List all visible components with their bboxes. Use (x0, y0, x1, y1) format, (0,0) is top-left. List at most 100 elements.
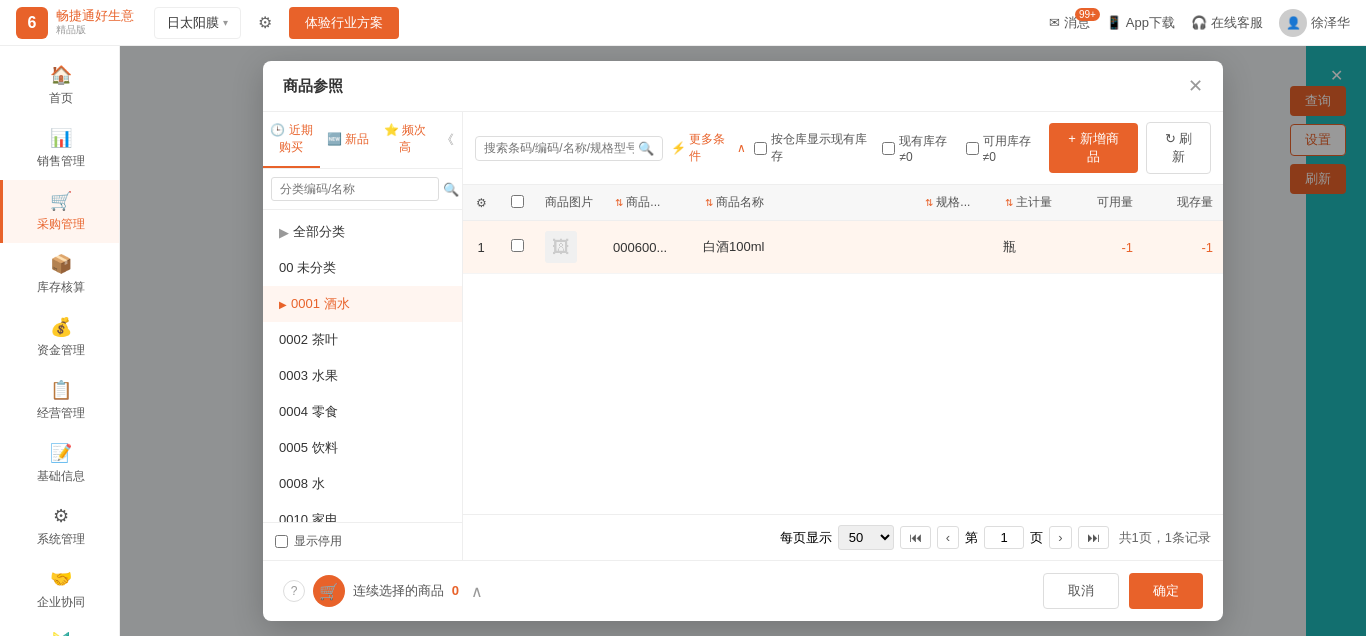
cancel-button[interactable]: 取消 (1043, 573, 1119, 609)
page-number-input[interactable] (984, 526, 1024, 549)
app-label: App下载 (1126, 14, 1175, 32)
cat-tab-new[interactable]: 🆕 新品 (320, 121, 377, 160)
cat-item-snack[interactable]: 0004 零食 (263, 394, 462, 430)
right-panel: 🔍 ⚡ 更多条件 ∧ 按仓库显示现有库存 (463, 112, 1223, 560)
messages-button[interactable]: ✉ 消息 99+ (1049, 14, 1090, 32)
row-checkbox[interactable] (511, 239, 524, 252)
col-header-unit[interactable]: ⇅ 主计量 (993, 185, 1063, 221)
modal-close-button[interactable]: ✕ (1188, 75, 1203, 97)
category-footer: 显示停用 (263, 522, 462, 560)
sidebar-item-basic[interactable]: 📝 基础信息 (0, 432, 119, 495)
col-header-available: 可用量 (1063, 185, 1143, 221)
collab-icon: 🤝 (50, 568, 72, 590)
add-product-button[interactable]: + 新增商品 (1049, 123, 1138, 173)
table-row[interactable]: 1 🖼 (463, 221, 1223, 274)
col-code-label: 商品... (626, 195, 660, 209)
sidebar-item-guide[interactable]: 🔰 新手引导 (0, 621, 119, 636)
filter-more-button[interactable]: ⚡ 更多条件 ∧ (671, 131, 746, 165)
product-search-input[interactable] (484, 141, 634, 155)
col-stock-label: 现存量 (1177, 195, 1213, 209)
category-search-icon[interactable]: 🔍 (443, 182, 459, 197)
row-spec (913, 221, 993, 274)
basic-icon: 📝 (50, 442, 72, 464)
cat-tab-recent[interactable]: 🕒 近期购买 (263, 112, 320, 168)
page-of-label: 页 (1030, 529, 1043, 547)
col-name-sort-icon: ⇅ (705, 197, 713, 208)
logo-icon: 6 (16, 7, 48, 39)
user-area[interactable]: 👤 徐泽华 (1279, 9, 1350, 37)
cat-item-water-label: 0008 水 (279, 475, 325, 493)
show-disabled-checkbox[interactable] (275, 535, 288, 548)
col-header-name[interactable]: ⇅ 商品名称 (693, 185, 913, 221)
footer-collapse-button[interactable]: ∧ (471, 582, 483, 601)
row-code: 000600... (603, 221, 693, 274)
select-all-checkbox[interactable] (511, 195, 524, 208)
cat-item-fruit[interactable]: 0003 水果 (263, 358, 462, 394)
table-header: ⚙ 商品图片 ⇅ (463, 185, 1223, 221)
cat-item-snack-label: 0004 零食 (279, 403, 338, 421)
table-body: 1 🖼 (463, 221, 1223, 274)
finance-icon: 💰 (50, 316, 72, 338)
sidebar-item-operations[interactable]: 📋 经营管理 (0, 369, 119, 432)
sidebar-item-purchase[interactable]: 🛒 采购管理 (0, 180, 119, 243)
sidebar-item-operations-label: 经营管理 (37, 405, 85, 422)
cat-collapse-button[interactable]: 《 (433, 123, 462, 157)
product-search-icon[interactable]: 🔍 (638, 141, 654, 156)
cat-item-alcohol[interactable]: ▶ 0001 酒水 (263, 286, 462, 322)
cart-button[interactable]: 🛒 (313, 575, 345, 607)
filter-warehouse-checkbox[interactable] (754, 142, 767, 155)
col-header-spec[interactable]: ⇅ 规格... (913, 185, 993, 221)
col-unit-label: 主计量 (1016, 195, 1052, 209)
cat-tab-recent-label: 近期购买 (279, 123, 312, 154)
user-avatar: 👤 (1279, 9, 1307, 37)
app-download-button[interactable]: 📱 App下载 (1106, 14, 1175, 32)
per-page-select[interactable]: 50 10 20 100 (838, 525, 894, 550)
sidebar-item-basic-label: 基础信息 (37, 468, 85, 485)
sidebar-item-collab[interactable]: 🤝 企业协同 (0, 558, 119, 621)
cat-item-all[interactable]: ▶ 全部分类 (263, 214, 462, 250)
filter-check-available-nonzero[interactable]: 可用库存≠0 (966, 133, 1041, 164)
filter-check-warehouse[interactable]: 按仓库显示现有库存 (754, 131, 874, 165)
sidebar-item-inventory[interactable]: 📦 库存核算 (0, 243, 119, 306)
sidebar-item-finance-label: 资金管理 (37, 342, 85, 359)
content-area: ✕ ⛶ 查询 设置 刷新 商品参照 ✕ (120, 46, 1366, 636)
sidebar-item-finance[interactable]: 💰 资金管理 (0, 306, 119, 369)
col-header-code[interactable]: ⇅ 商品... (603, 185, 693, 221)
cat-item-uncategorized[interactable]: 00 未分类 (263, 250, 462, 286)
first-page-button[interactable]: ⏮ (900, 526, 931, 549)
topbar-settings-icon[interactable]: ⚙ (249, 7, 281, 39)
online-service-button[interactable]: 🎧 在线客服 (1191, 14, 1263, 32)
cat-item-water[interactable]: 0008 水 (263, 466, 462, 502)
nav-selector[interactable]: 日太阳膜 ▾ (154, 7, 241, 39)
trial-button[interactable]: 体验行业方案 (289, 7, 399, 39)
refresh-button[interactable]: ↻ 刷新 (1146, 122, 1211, 174)
help-icon[interactable]: ? (283, 580, 305, 602)
cat-tab-frequent[interactable]: ⭐ 频次高 (376, 112, 433, 168)
filter-stock-checkbox[interactable] (882, 142, 895, 155)
cat-item-beverage[interactable]: 0005 饮料 (263, 430, 462, 466)
product-reference-modal: 商品参照 ✕ 🕒 近期购买 🆕 (263, 61, 1223, 621)
filter-check-stock-nonzero[interactable]: 现有库存≠0 (882, 133, 957, 164)
cat-alcohol-arrow-icon: ▶ (279, 299, 287, 310)
category-search-input[interactable] (271, 177, 439, 201)
prev-page-button[interactable]: ‹ (937, 526, 959, 549)
next-page-button[interactable]: › (1049, 526, 1071, 549)
col-unit-sort-icon: ⇅ (1005, 197, 1013, 208)
sidebar-item-sales[interactable]: 📊 销售管理 (0, 117, 119, 180)
cat-item-appliance[interactable]: 0010 家电 (263, 502, 462, 522)
col-header-check (499, 185, 535, 221)
filter-available-checkbox[interactable] (966, 142, 979, 155)
filter-more-arrow-icon: ∧ (737, 141, 746, 155)
category-tabs: 🕒 近期购买 🆕 新品 ⭐ 频次高 《 (263, 112, 462, 169)
sidebar-item-system[interactable]: ⚙ 系统管理 (0, 495, 119, 558)
cat-item-tea[interactable]: 0002 茶叶 (263, 322, 462, 358)
sidebar-item-home[interactable]: 🏠 首页 (0, 54, 119, 117)
confirm-button[interactable]: 确定 (1129, 573, 1203, 609)
row-check[interactable] (499, 221, 535, 274)
product-table: ⚙ 商品图片 ⇅ (463, 185, 1223, 274)
new-icon: 🆕 (327, 132, 342, 146)
last-page-button[interactable]: ⏭ (1078, 526, 1109, 549)
purchase-icon: 🛒 (50, 190, 72, 212)
col-header-settings[interactable]: ⚙ (463, 185, 499, 221)
modal-overlay: 商品参照 ✕ 🕒 近期购买 🆕 (120, 46, 1366, 636)
